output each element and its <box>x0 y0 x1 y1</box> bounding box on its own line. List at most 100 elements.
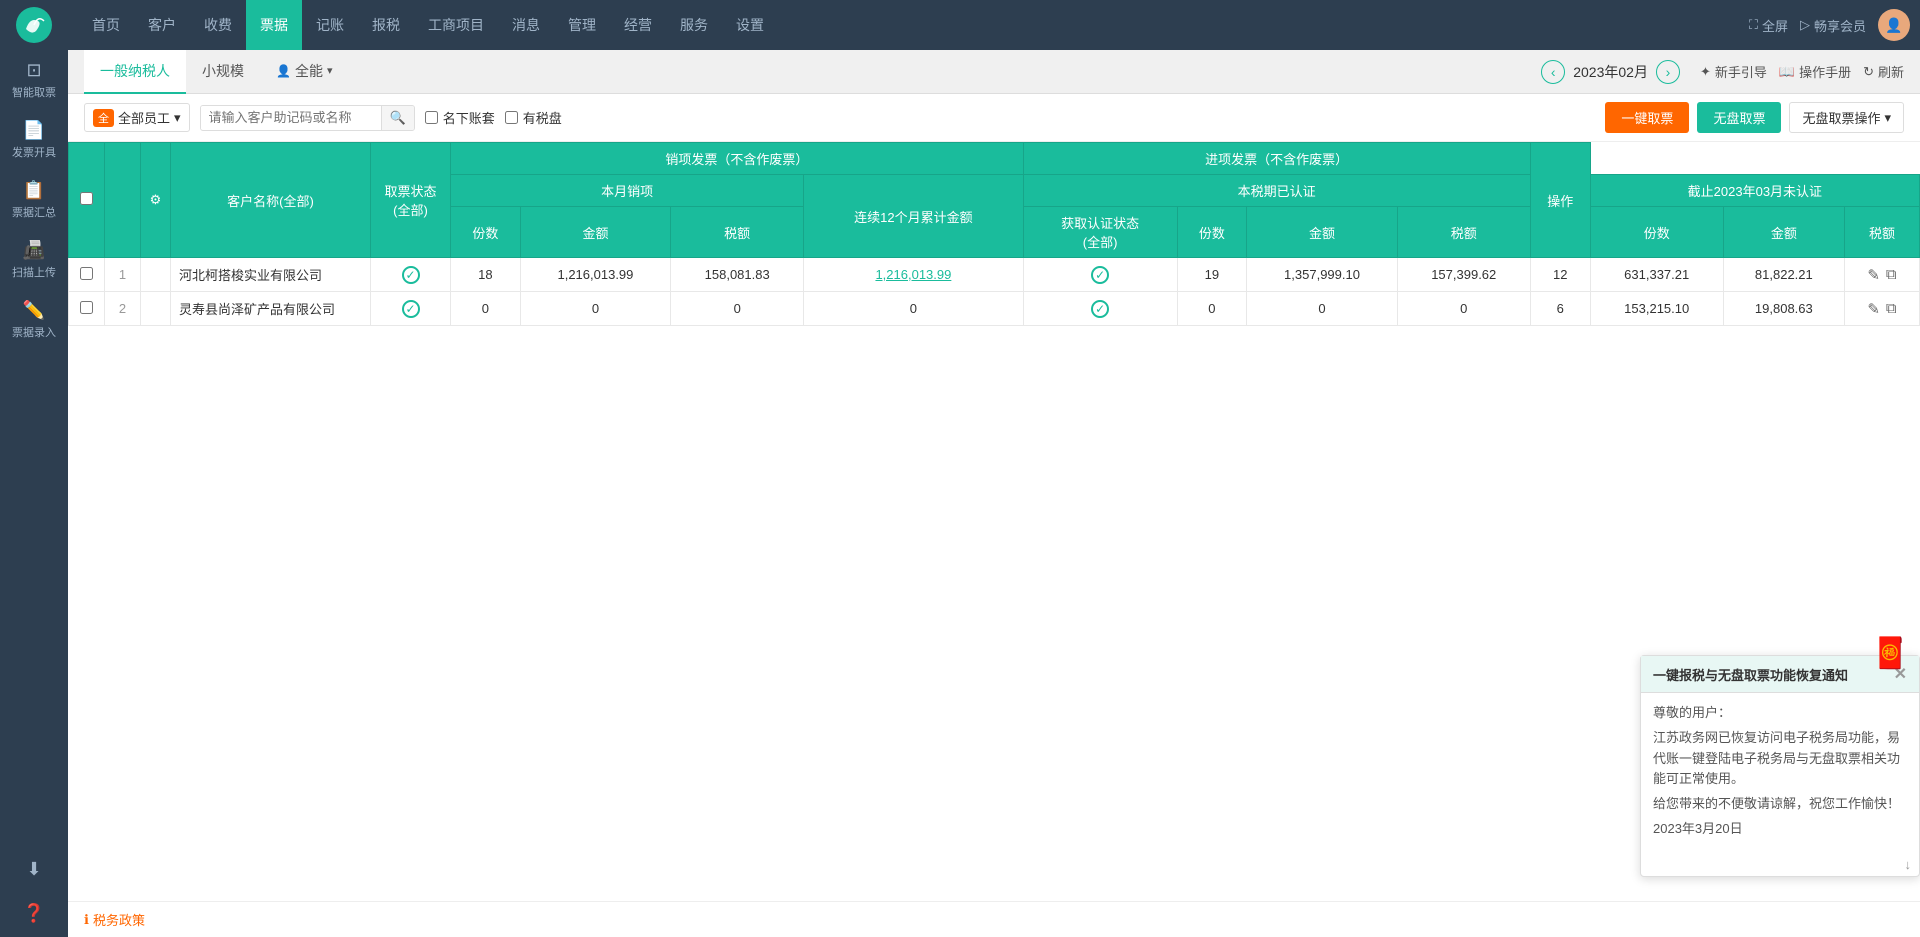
topnav-right: ⛶ 全屏 ▷ 畅享会员 👤 <box>1749 9 1910 41</box>
account-checkbox[interactable] <box>425 111 438 124</box>
row-unrecognized-count: 6 <box>1530 292 1590 326</box>
tab-right-actions: ✦ 新手引导 📖 操作手册 ↻ 刷新 <box>1700 62 1904 81</box>
tab-all[interactable]: 👤 全能 ▾ <box>260 50 348 94</box>
help-icon: ❓ <box>23 903 45 924</box>
refresh-btn[interactable]: ↻ 刷新 <box>1863 62 1904 81</box>
row-fetch-status: ✓ <box>371 258 451 292</box>
nav-service[interactable]: 服务 <box>666 0 722 50</box>
account-checkbox-wrap[interactable]: 名下账套 <box>425 108 495 127</box>
col-unrecognized-amount-header: 金额 <box>1723 207 1844 258</box>
scroll-indicator: ↓ <box>1641 853 1919 876</box>
row-unrecognized-count: 12 <box>1530 258 1590 292</box>
nav-business[interactable]: 工商项目 <box>414 0 498 50</box>
sidebar-item-smart-fetch[interactable]: ⊡ 智能取票 <box>0 50 68 110</box>
row-action: ✎ ⧉ <box>1844 292 1919 326</box>
copy-icon[interactable]: ⧉ <box>1886 266 1897 284</box>
row-sales-tax: 158,081.83 <box>671 258 804 292</box>
tab-bar: 一般纳税人 小规模 👤 全能 ▾ ‹ 2023年02月 › ✦ 新手引导 <box>68 50 1920 94</box>
nav-management[interactable]: 管理 <box>554 0 610 50</box>
nav-tax[interactable]: 报税 <box>358 0 414 50</box>
row-unrecognized-amount: 153,215.10 <box>1590 292 1723 326</box>
row-checkbox[interactable] <box>80 301 93 314</box>
next-month-btn[interactable]: › <box>1656 60 1680 84</box>
no-disk-fetch-btn[interactable]: 无盘取票 <box>1697 102 1781 133</box>
invoice-summary-icon: 📋 <box>23 180 45 201</box>
notification-body: 尊敬的用户：江苏政务网已恢复访问电子税务局功能，易代账一键登陆电子税务局与无盘取… <box>1641 693 1919 853</box>
col-unrecognized-tax-header: 税额 <box>1844 207 1919 258</box>
sidebar-item-invoice-entry[interactable]: ✏️ 票据录入 <box>0 290 68 350</box>
col-unrecognized-count-header: 份数 <box>1590 207 1723 258</box>
col-sales-tax-header: 税额 <box>671 207 804 258</box>
col-settings-header: ⚙ <box>141 143 171 258</box>
select-all-checkbox[interactable] <box>80 192 93 205</box>
one-click-fetch-btn[interactable]: 一键取票 <box>1605 102 1689 133</box>
tab-small-scale[interactable]: 小规模 <box>186 50 260 94</box>
member-btn[interactable]: ▷ 畅享会员 <box>1800 16 1866 35</box>
search-btn[interactable]: 🔍 <box>381 106 414 130</box>
nav-invoice[interactable]: 票据 <box>246 0 302 50</box>
manual-btn[interactable]: 📖 操作手册 <box>1779 62 1851 81</box>
col-checkbox <box>69 143 105 258</box>
row-recognized-count: 0 <box>1177 292 1247 326</box>
row-num: 2 <box>105 292 141 326</box>
sidebar-item-download[interactable]: ⬇ <box>0 849 68 893</box>
all-icon: 👤 <box>276 64 291 78</box>
tax-policy-link[interactable]: ℹ 税务政策 <box>84 910 145 929</box>
search-wrap: 🔍 <box>200 105 415 131</box>
notification-line: 江苏政务网已恢复访问电子税务局功能，易代账一键登陆电子税务局与无盘取票相关功能可… <box>1653 728 1907 790</box>
nav-settings[interactable]: 设置 <box>722 0 778 50</box>
member-icon: ▷ <box>1800 17 1810 33</box>
tax-disk-checkbox[interactable] <box>505 111 518 124</box>
no-disk-more-btn[interactable]: 无盘取票操作 ▾ <box>1789 102 1904 133</box>
col-recognized-header: 本税期已认证 <box>1023 175 1530 207</box>
sidebar-item-scan-upload[interactable]: 📠 扫描上传 <box>0 230 68 290</box>
dropdown-chevron-icon: ▾ <box>1884 110 1891 126</box>
employee-filter[interactable]: 全 全部员工 ▾ <box>84 103 190 132</box>
nav-billing[interactable]: 收费 <box>190 0 246 50</box>
topnav: 首页 客户 收费 票据 记账 报税 工商项目 消息 管理 经营 服务 设置 ⛶ … <box>68 0 1920 50</box>
user-avatar[interactable]: 👤 <box>1878 9 1910 41</box>
current-date: 2023年02月 <box>1573 62 1648 82</box>
row-recognized-amount: 1,357,999.10 <box>1247 258 1398 292</box>
sidebar-item-issue-invoice[interactable]: 📄 发票开具 <box>0 110 68 170</box>
row-recognized-amount: 0 <box>1247 292 1398 326</box>
copy-icon[interactable]: ⧉ <box>1886 300 1897 318</box>
col-month-sales-header: 本月销项 <box>451 175 804 207</box>
new-guide-btn[interactable]: ✦ 新手引导 <box>1700 62 1767 81</box>
sidebar-item-help[interactable]: ❓ <box>0 893 68 937</box>
row-settings <box>141 292 171 326</box>
nav-bookkeeping[interactable]: 记账 <box>302 0 358 50</box>
row-checkbox-cell <box>69 258 105 292</box>
invoice-entry-icon: ✏️ <box>23 300 45 321</box>
nav-home[interactable]: 首页 <box>78 0 134 50</box>
edit-icon[interactable]: ✎ <box>1867 266 1880 284</box>
table-row: 1 河北柯搭梭实业有限公司 ✓ 18 1,216,013.99 158,081.… <box>69 258 1920 292</box>
edit-icon[interactable]: ✎ <box>1867 300 1880 318</box>
row-sales-amount: 1,216,013.99 <box>520 258 671 292</box>
row-sales-amount: 0 <box>520 292 671 326</box>
row-customer-name: 河北柯搭梭实业有限公司 <box>171 258 371 292</box>
search-input[interactable] <box>201 106 381 129</box>
download-icon: ⬇ <box>26 859 41 880</box>
bottom-bar: ℹ 税务政策 <box>68 901 1920 937</box>
recognized-status-check: ✓ <box>1091 266 1109 284</box>
nav-operations[interactable]: 经营 <box>610 0 666 50</box>
row-checkbox[interactable] <box>80 267 93 280</box>
notification-line: 给您带来的不便敬请谅解，祝您工作愉快！ <box>1653 794 1907 815</box>
tab-general-taxpayer[interactable]: 一般纳税人 <box>84 50 186 94</box>
nav-message[interactable]: 消息 <box>498 0 554 50</box>
tax-disk-checkbox-wrap[interactable]: 有税盘 <box>505 108 562 127</box>
fullscreen-btn[interactable]: ⛶ 全屏 <box>1749 16 1788 35</box>
fullscreen-icon: ⛶ <box>1749 17 1758 33</box>
col-sales-count-header: 份数 <box>451 207 521 258</box>
sidebar-item-invoice-summary[interactable]: 📋 票据汇总 <box>0 170 68 230</box>
nav-customer[interactable]: 客户 <box>134 0 190 50</box>
row-recognized-count: 19 <box>1177 258 1247 292</box>
cumulative-link[interactable]: 1,216,013.99 <box>875 267 951 282</box>
col-cumulative-header: 连续12个月累计金额 <box>804 175 1023 258</box>
fetch-status-check: ✓ <box>402 300 420 318</box>
row-sales-cumulative: 1,216,013.99 <box>804 258 1023 292</box>
prev-month-btn[interactable]: ‹ <box>1541 60 1565 84</box>
col-action-header: 操作 <box>1530 143 1590 258</box>
table-row: 2 灵寿县尚泽矿产品有限公司 ✓ 0 0 0 0 ✓ 0 0 0 6 153,2… <box>69 292 1920 326</box>
